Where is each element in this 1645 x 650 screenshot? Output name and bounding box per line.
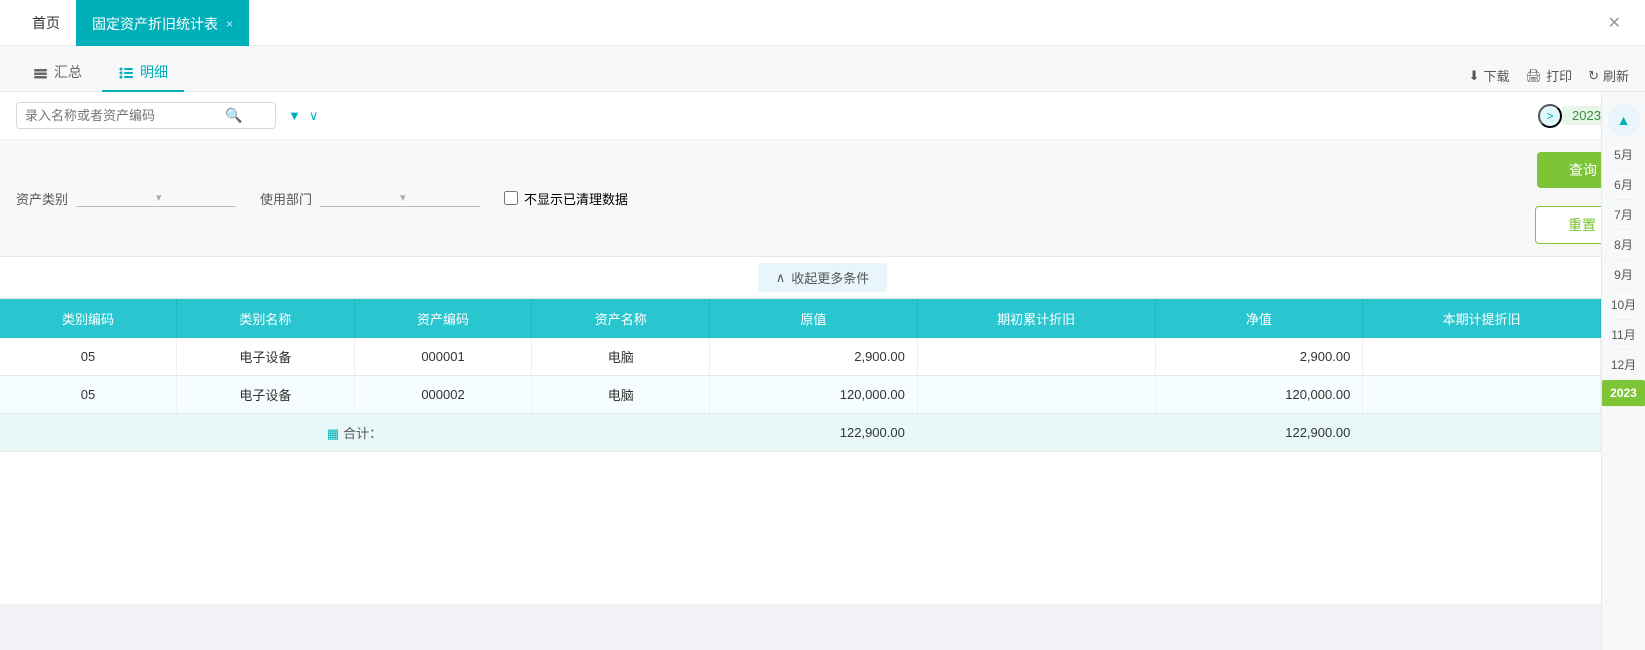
col-asset-name: 资产名称 [532,299,710,338]
dept-arrow-icon: ▾ [400,191,480,204]
list-icon [118,64,134,80]
more-filter-button[interactable]: ▼ ∨ [288,108,318,124]
cell-accumulated-dep [917,338,1155,376]
hide-cleared-label: 不显示已清理数据 [524,189,628,208]
total-accumulated-dep [917,414,1155,452]
chevron-down-icon: ∨ [309,108,319,124]
total-original-value: 122,900.00 [710,414,918,452]
refresh-button[interactable]: ↻ 刷新 [1588,66,1629,85]
cell-original-value: 2,900.00 [710,338,918,376]
window-close-button[interactable]: ✕ [1600,9,1629,37]
table-header-row: 类别编码 类别名称 资产编码 资产名称 原值 期初累计折旧 净值 本期计提折旧 [0,299,1601,338]
layers-icon [32,64,48,80]
tab-summary[interactable]: 汇总 [16,54,98,92]
cell-category-code: 05 [0,376,177,414]
cell-original-value: 120,000.00 [710,376,918,414]
refresh-icon: ↻ [1588,68,1599,84]
download-label: 下载 [1484,66,1510,85]
col-original-value: 原值 [710,299,918,338]
cell-period-dep [1363,376,1601,414]
sidebar-month-item[interactable]: 8月 [1611,230,1636,260]
advanced-filter-panel: 资产类别 ▾ 使用部门 ▾ 不显示已清理数据 查询 重置 [0,140,1645,257]
total-period-dep [1363,414,1601,452]
print-icon: 🖨 [1526,68,1543,84]
data-table: 类别编码 类别名称 资产编码 资产名称 原值 期初累计折旧 净值 本期计提折旧 … [0,299,1601,452]
toolbar-tabs: 汇总 明细 ⬇ 下载 🖨 打印 ↻ 刷新 [0,46,1645,92]
active-tab[interactable]: 固定资产折旧统计表 × [76,0,249,46]
asset-category-label: 资产类别 [16,189,68,208]
cell-category-name: 电子设备 [177,376,355,414]
tab-title: 固定资产折旧统计表 [92,14,218,34]
sidebar-month-item[interactable]: 12月 [1611,350,1636,380]
search-input[interactable] [25,108,225,123]
search-icon[interactable]: 🔍 [225,107,242,124]
col-net-value: 净值 [1155,299,1363,338]
collapse-row: ∧ 收起更多条件 [0,257,1645,299]
tab-summary-label: 汇总 [54,62,82,82]
collapse-label: 收起更多条件 [791,268,869,287]
dept-label: 使用部门 [260,189,312,208]
asset-category-select[interactable]: ▾ [76,189,236,207]
col-period-dep: 本期计提折旧 [1363,299,1601,338]
col-category-name: 类别名称 [177,299,355,338]
cell-category-code: 05 [0,338,177,376]
sidebar-month-item[interactable]: 5月 [1611,140,1636,170]
download-icon: ⬇ [1469,68,1480,84]
total-label: ▦合计： [0,414,710,452]
sidebar-month-item[interactable]: 11月 [1611,320,1636,350]
action-bar: ⬇ 下载 🖨 打印 ↻ 刷新 [1469,66,1629,91]
filter-row: 🔍 ▼ ∨ > 2023.01 [0,92,1645,140]
cell-asset-name: 电脑 [532,338,710,376]
sidebar-month-item[interactable]: 10月 [1611,290,1636,320]
cell-period-dep [1363,338,1601,376]
refresh-label: 刷新 [1603,66,1629,85]
cell-accumulated-dep [917,376,1155,414]
right-sidebar: ▲ 5月6月7月8月9月10月11月12月 2023 [1601,92,1645,650]
cell-category-name: 电子设备 [177,338,355,376]
sidebar-month-item[interactable]: 6月 [1611,170,1636,200]
collapse-button[interactable]: ∧ 收起更多条件 [758,263,888,292]
sidebar-month-item[interactable]: 7月 [1611,200,1636,230]
sidebar-month-item[interactable]: 9月 [1611,260,1636,290]
expand-arrow-button[interactable]: > [1538,104,1562,128]
cell-asset-code: 000001 [354,338,532,376]
print-button[interactable]: 🖨 打印 [1526,66,1573,85]
tab-close-icon[interactable]: × [226,17,233,31]
search-wrap: 🔍 [16,102,276,129]
cell-asset-code: 000002 [354,376,532,414]
asset-category-arrow-icon: ▾ [156,191,236,204]
download-button[interactable]: ⬇ 下载 [1469,66,1510,85]
table-row: 05 电子设备 000001 电脑 2,900.00 2,900.00 [0,338,1601,376]
cell-net-value: 120,000.00 [1155,376,1363,414]
sidebar-up-button[interactable]: ▲ [1608,104,1640,136]
data-table-wrap: 类别编码 类别名称 资产编码 资产名称 原值 期初累计折旧 净值 本期计提折旧 … [0,299,1601,604]
hide-cleared-checkbox[interactable] [504,191,518,205]
print-label: 打印 [1546,66,1572,85]
col-asset-code: 资产编码 [354,299,532,338]
dept-select[interactable]: ▾ [320,189,480,207]
collapse-up-icon: ∧ [776,270,786,286]
total-net-value: 122,900.00 [1155,414,1363,452]
tab-detail[interactable]: 明细 [102,54,184,92]
cell-asset-name: 电脑 [532,376,710,414]
filter-icon: ▼ [288,108,301,123]
month-list: 5月6月7月8月9月10月11月12月 [1611,140,1636,380]
year-badge[interactable]: 2023 [1602,380,1645,407]
nav-home[interactable]: 首页 [16,13,76,33]
dept-filter: 使用部门 ▾ [260,189,480,208]
col-accumulated-dep: 期初累计折旧 [917,299,1155,338]
tab-detail-label: 明细 [140,62,168,82]
asset-category-filter: 资产类别 ▾ [16,189,236,208]
hide-cleared-checkbox-wrap[interactable]: 不显示已清理数据 [504,189,628,208]
cell-net-value: 2,900.00 [1155,338,1363,376]
table-total-row: ▦合计： 122,900.00 122,900.00 [0,414,1601,452]
total-icon: ▦ [327,426,339,441]
col-category-code: 类别编码 [0,299,177,338]
table-row: 05 电子设备 000002 电脑 120,000.00 120,000.00 [0,376,1601,414]
